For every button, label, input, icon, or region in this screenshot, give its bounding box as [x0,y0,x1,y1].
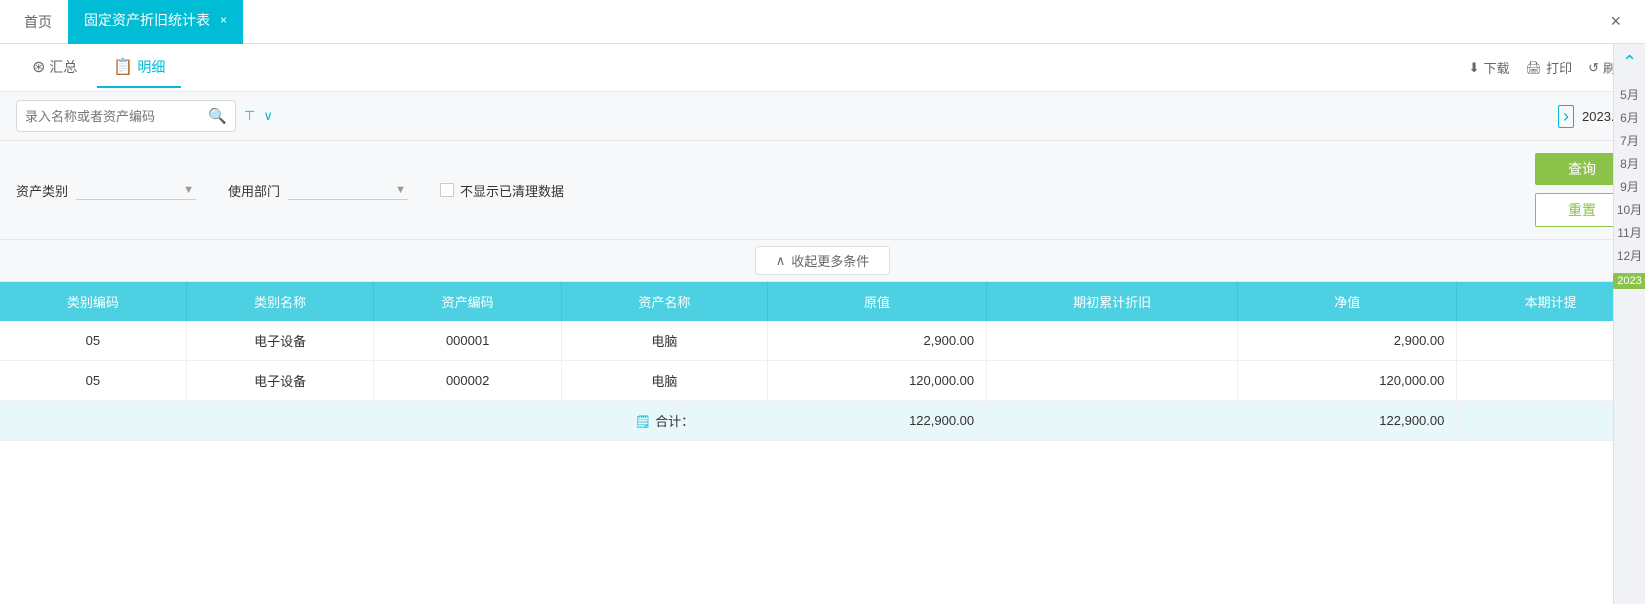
col-net-value: 净值 [1238,282,1457,321]
tab-title: 固定资产折旧统计表 [84,10,210,30]
cell-cat-name: 电子设备 [186,321,374,361]
asset-category-select-wrap: ▼ [76,180,196,200]
sidebar-month-item[interactable]: 10月 [1617,198,1642,221]
expand-sidebar-button[interactable]: › [1558,105,1574,128]
close-tab-button[interactable]: × [220,13,227,27]
home-nav[interactable]: 首页 [16,12,60,32]
cell-accum-depr [987,361,1238,401]
sidebar-month-item[interactable]: 8月 [1617,152,1642,175]
data-table: 类别编码 类别名称 资产编码 资产名称 原值 期初累计折旧 净值 本期计提 05… [0,282,1645,441]
toolbar: ⊛ 汇总 📋 明细 ⬇ 下载 🖨 打印 ↺ 刷新 [0,44,1645,92]
tab-detail[interactable]: 📋 明细 [97,48,181,88]
cell-accum-depr [987,321,1238,361]
cell-original-value: 120,000.00 [767,361,986,401]
table-row: 05 电子设备 000002 电脑 120,000.00 120,000.00 [0,361,1645,401]
department-label: 使用部门 [228,181,280,200]
summary-icon: ⊛ [32,57,45,77]
cell-net-value: 2,900.00 [1238,321,1457,361]
main-tab[interactable]: 固定资产折旧统计表 × [68,0,243,44]
download-icon: ⬇ [1469,60,1480,76]
total-row: 🗒合计： 122,900.00 122,900.00 [0,401,1645,441]
col-cat-code: 类别编码 [0,282,186,321]
department-filter: 使用部门 ▼ [228,180,408,200]
print-button[interactable]: 🖨 打印 [1526,58,1573,77]
col-original-value: 原值 [767,282,986,321]
search-input[interactable] [25,109,208,124]
collapse-row: ∧ 收起更多条件 [0,240,1645,282]
cell-cat-code: 05 [0,361,186,401]
toolbar-actions: ⬇ 下载 🖨 打印 ↺ 刷新 [1469,58,1629,77]
table-header-row: 类别编码 类别名称 资产编码 资产名称 原值 期初累计折旧 净值 本期计提 [0,282,1645,321]
col-cat-name: 类别名称 [186,282,374,321]
sidebar-month-item[interactable]: 11月 [1617,221,1642,244]
total-label-cell [0,401,561,441]
cell-original-value: 2,900.00 [767,321,986,361]
tab-summary[interactable]: ⊛ 汇总 [16,48,93,88]
hide-cleared-label: 不显示已清理数据 [460,181,564,200]
hide-cleared-checkbox[interactable]: 不显示已清理数据 [440,181,564,200]
cell-net-value: 120,000.00 [1238,361,1457,401]
cell-asset-code: 000001 [374,321,562,361]
cell-asset-name: 电脑 [561,321,767,361]
col-accum-depr: 期初累计折旧 [987,282,1238,321]
sidebar-month-item[interactable]: 5月 [1617,83,1642,106]
year-badge: 2023 [1613,273,1645,289]
total-net-value: 122,900.00 [1238,401,1457,441]
cell-asset-code: 000002 [374,361,562,401]
cell-cat-name: 电子设备 [186,361,374,401]
total-original-value: 122,900.00 [767,401,986,441]
sidebar-month-item[interactable]: 12月 [1617,244,1642,267]
col-asset-name: 资产名称 [561,282,767,321]
collapse-button[interactable]: ∧ 收起更多条件 [755,246,891,275]
filter-row: 资产类别 ▼ 使用部门 ▼ 不显示已清理数据 查询 重置 [0,141,1645,240]
data-table-wrap: 类别编码 类别名称 资产编码 资产名称 原值 期初累计折旧 净值 本期计提 05… [0,282,1645,604]
chevron-up-icon: ∧ [776,253,786,269]
download-button[interactable]: ⬇ 下载 [1469,58,1510,77]
asset-category-filter: 资产类别 ▼ [16,180,196,200]
cell-asset-name: 电脑 [561,361,767,401]
col-asset-code: 资产编码 [374,282,562,321]
asset-category-label: 资产类别 [16,181,68,200]
department-select-wrap: ▼ [288,180,408,200]
scroll-up-icon[interactable]: ⌃ [1622,52,1637,73]
sidebar-month-item[interactable]: 7月 [1617,129,1642,152]
print-icon: 🖨 [1526,60,1543,76]
total-accum-depr [987,401,1238,441]
table-row: 05 电子设备 000001 电脑 2,900.00 2,900.00 [0,321,1645,361]
refresh-icon: ↺ [1588,60,1599,76]
sidebar-month-item[interactable]: 6月 [1617,106,1642,129]
total-label: 🗒合计： [561,401,767,441]
sidebar-month-item[interactable]: 9月 [1617,175,1642,198]
right-sidebar: ⌃ 5月6月7月8月9月10月11月12月 2023 [1613,44,1645,604]
cell-cat-code: 05 [0,321,186,361]
department-select[interactable] [288,180,408,200]
close-window-button[interactable]: × [1602,7,1629,36]
filter-icon: ⊤ [244,108,255,124]
detail-icon: 📋 [113,57,133,77]
checkbox-box [440,183,454,197]
search-row: 🔍 ⊤ ∨ › 2023.01 [0,92,1645,141]
search-icon[interactable]: 🔍 [208,107,227,125]
asset-category-select[interactable] [76,180,196,200]
more-conditions-button[interactable]: ⊤ ∨ [244,108,273,124]
chevron-down-icon: ∨ [263,108,273,124]
search-wrap: 🔍 [16,100,236,132]
